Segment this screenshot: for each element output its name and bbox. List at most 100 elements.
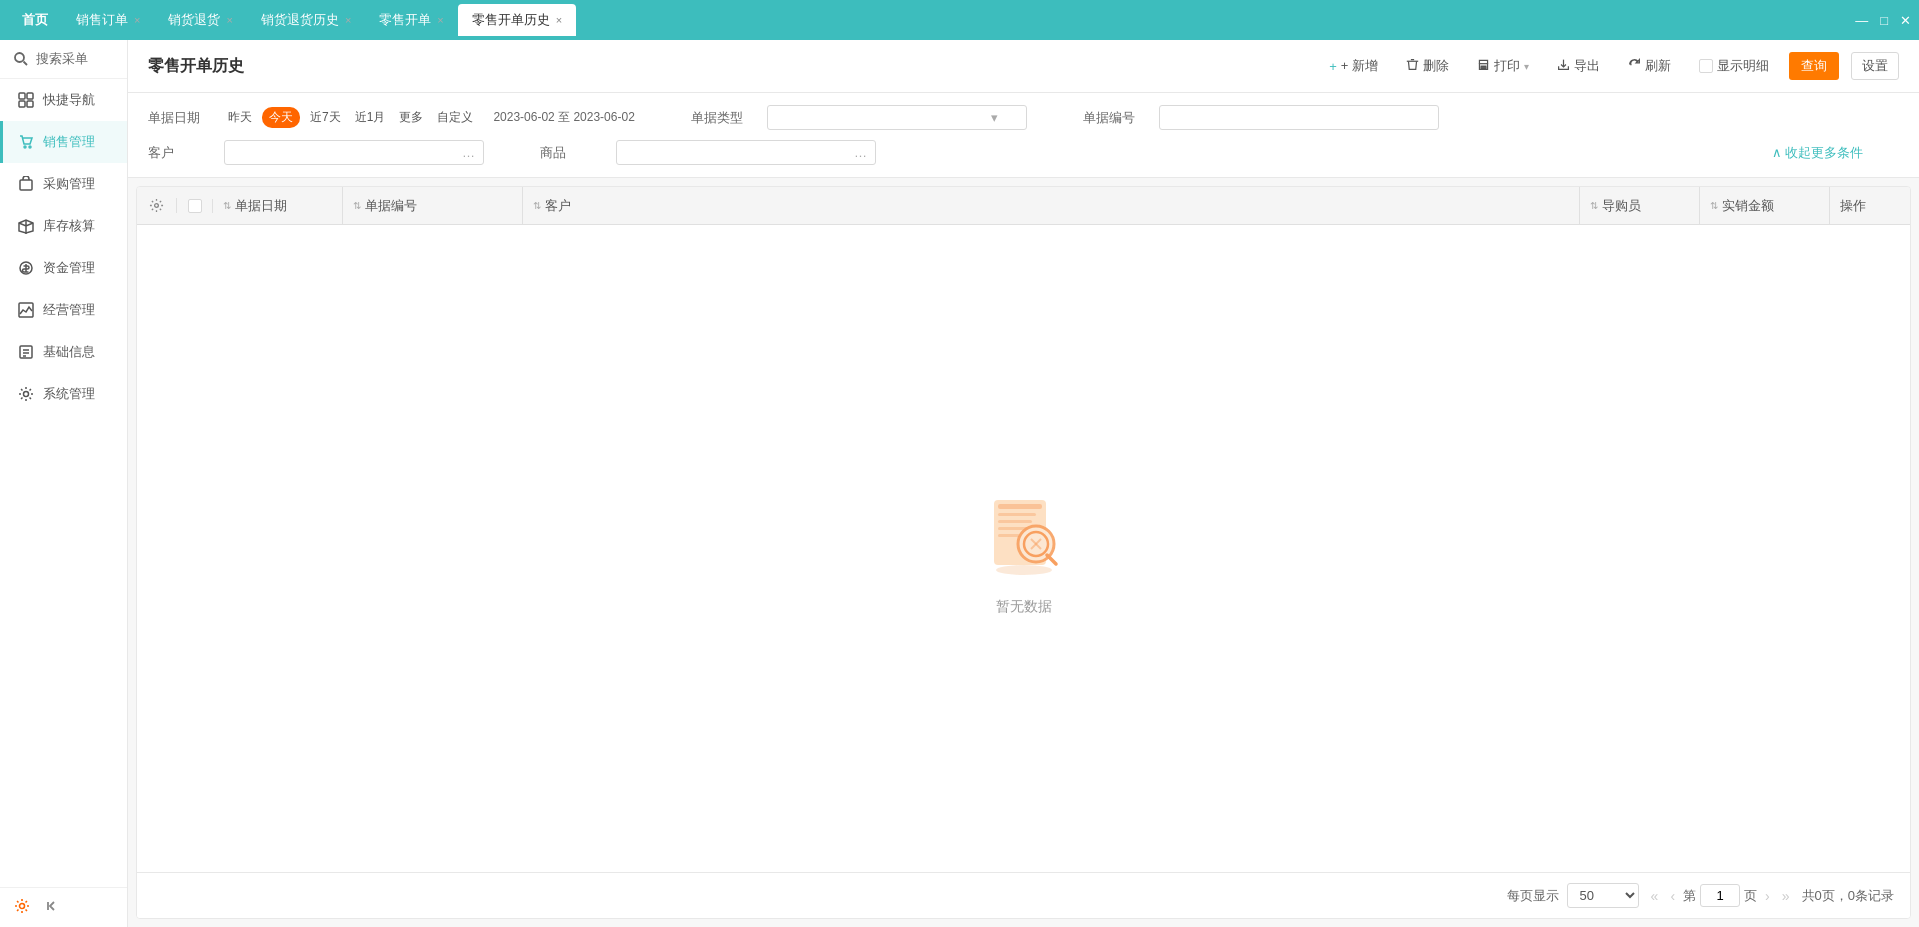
sidebar-item-purchase-mgmt[interactable]: 采购管理 — [0, 163, 127, 205]
svg-rect-8 — [20, 180, 32, 190]
minimize-button[interactable]: — — [1855, 13, 1868, 28]
next-page-button[interactable]: › — [1761, 886, 1774, 906]
tab-sales-return[interactable]: 销货退货 × — [154, 4, 246, 36]
display-detail-checkbox[interactable]: 显示明细 — [1691, 53, 1777, 79]
order-type-select[interactable]: ▾ — [767, 105, 1027, 130]
content-area: 零售开单历史 + + 新增 删除 — [128, 40, 1919, 927]
collapse-up-icon: ∧ — [1772, 145, 1782, 160]
shortcut-yesterday[interactable]: 昨天 — [224, 107, 256, 128]
th-customer[interactable]: ⇅ 客户 — [523, 187, 1580, 224]
sidebar-item-operations[interactable]: 经营管理 — [0, 289, 127, 331]
sidebar-item-finance[interactable]: 资金管理 — [0, 247, 127, 289]
shortcut-1month[interactable]: 近1月 — [351, 107, 390, 128]
tab-retail-history[interactable]: 零售开单历史 × — [458, 4, 576, 36]
filter-row-2: 客户 … 商品 … ∧ 收起更多条件 — [148, 140, 1899, 165]
close-tab-sales-return-history[interactable]: × — [345, 14, 351, 26]
sidebar-search[interactable]: 搜索采单 — [0, 40, 127, 79]
add-icon: + — [1329, 59, 1337, 74]
close-tab-retail-history[interactable]: × — [556, 14, 562, 26]
sort-icon-amount: ⇅ — [1710, 200, 1718, 211]
empty-text: 暂无数据 — [996, 598, 1052, 616]
svg-rect-29 — [998, 520, 1032, 523]
per-page-select-wrapper[interactable]: 50 10 20 100 — [1567, 883, 1639, 908]
gear-icon[interactable] — [14, 898, 30, 917]
customer-input[interactable]: … — [224, 140, 484, 165]
th-date[interactable]: ⇅ 单据日期 — [213, 187, 343, 224]
first-page-button[interactable]: « — [1647, 886, 1663, 906]
search-icon — [12, 50, 30, 68]
export-button[interactable]: 导出 — [1549, 53, 1608, 79]
order-num-input[interactable] — [1159, 105, 1439, 130]
tab-home[interactable]: 首页 — [8, 4, 62, 36]
shortcut-7days[interactable]: 近7天 — [306, 107, 345, 128]
prev-page-button[interactable]: ‹ — [1666, 886, 1679, 906]
system-icon — [17, 385, 35, 403]
table-body: 暂无数据 — [137, 225, 1910, 872]
sort-icon-num: ⇅ — [353, 200, 361, 211]
select-all-checkbox[interactable] — [188, 199, 202, 213]
add-button[interactable]: + + 新增 — [1321, 53, 1386, 79]
display-detail-check[interactable] — [1699, 59, 1713, 73]
refresh-button[interactable]: 刷新 — [1620, 53, 1679, 79]
tab-sales-order[interactable]: 销售订单 × — [62, 4, 154, 36]
close-tab-sales-order[interactable]: × — [134, 14, 140, 26]
tab-retail-open[interactable]: 零售开单 × — [365, 4, 457, 36]
svg-rect-28 — [998, 513, 1036, 516]
last-page-button[interactable]: » — [1778, 886, 1794, 906]
product-picker-icon[interactable]: … — [854, 145, 867, 160]
svg-point-24 — [155, 204, 159, 208]
header-actions: + + 新增 删除 — [1321, 52, 1899, 80]
svg-point-15 — [24, 392, 29, 397]
sidebar-item-system[interactable]: 系统管理 — [0, 373, 127, 415]
table-select-all[interactable] — [177, 199, 213, 213]
svg-point-7 — [29, 146, 31, 148]
th-amount[interactable]: ⇅ 实销金额 — [1700, 187, 1830, 224]
order-num-label: 单据编号 — [1083, 109, 1143, 127]
th-guide[interactable]: ⇅ 导购员 — [1580, 187, 1700, 224]
customer-label: 客户 — [148, 144, 208, 162]
page-title: 零售开单历史 — [148, 56, 1301, 77]
th-op: 操作 — [1830, 187, 1910, 224]
date-label: 单据日期 — [148, 109, 208, 127]
refresh-icon — [1628, 58, 1641, 74]
sidebar: 搜索采单 快捷导航 销售管理 — [0, 40, 128, 927]
collapse-button[interactable]: ∧ 收起更多条件 — [1772, 144, 1863, 162]
finance-icon — [17, 259, 35, 277]
trash-icon — [1406, 58, 1419, 74]
close-tab-sales-return[interactable]: × — [226, 14, 232, 26]
maximize-button[interactable]: □ — [1880, 13, 1888, 28]
sidebar-item-base-info[interactable]: 基础信息 — [0, 331, 127, 373]
sidebar-item-inventory[interactable]: 库存核算 — [0, 205, 127, 247]
settings-button[interactable]: 设置 — [1851, 52, 1899, 80]
product-label: 商品 — [540, 144, 600, 162]
shortcut-today[interactable]: 今天 — [262, 107, 300, 128]
collapse-icon[interactable] — [44, 898, 60, 917]
shortcut-more[interactable]: 更多 — [395, 107, 427, 128]
per-page-select[interactable]: 50 10 20 100 — [1567, 883, 1639, 908]
close-tab-retail-open[interactable]: × — [437, 14, 443, 26]
sidebar-item-quick-nav[interactable]: 快捷导航 — [0, 79, 127, 121]
svg-rect-31 — [998, 534, 1020, 537]
delete-button[interactable]: 删除 — [1398, 53, 1457, 79]
page-number-input[interactable] — [1700, 884, 1740, 907]
shortcut-custom[interactable]: 自定义 — [433, 107, 477, 128]
tab-sales-return-history[interactable]: 销货退货历史 × — [247, 4, 365, 36]
print-dropdown-icon[interactable]: ▾ — [1524, 61, 1529, 72]
empty-state: 暂无数据 — [974, 482, 1074, 616]
baseinfo-icon — [17, 343, 35, 361]
purchase-icon — [17, 175, 35, 193]
query-button[interactable]: 查询 — [1789, 52, 1839, 80]
page-prefix-label: 第 — [1683, 887, 1696, 905]
svg-point-6 — [24, 146, 26, 148]
table-settings-icon[interactable] — [137, 198, 177, 213]
close-button[interactable]: ✕ — [1900, 13, 1911, 28]
product-input[interactable]: … — [616, 140, 876, 165]
window-controls: — □ ✕ — [1855, 13, 1911, 28]
inventory-icon — [17, 217, 35, 235]
th-num[interactable]: ⇅ 单据编号 — [343, 187, 523, 224]
customer-picker-icon[interactable]: … — [462, 145, 475, 160]
page-header: 零售开单历史 + + 新增 删除 — [128, 40, 1919, 93]
chevron-down-icon: ▾ — [991, 110, 998, 125]
sidebar-item-sales-mgmt[interactable]: 销售管理 — [0, 121, 127, 163]
print-button[interactable]: 打印 ▾ — [1469, 53, 1537, 79]
